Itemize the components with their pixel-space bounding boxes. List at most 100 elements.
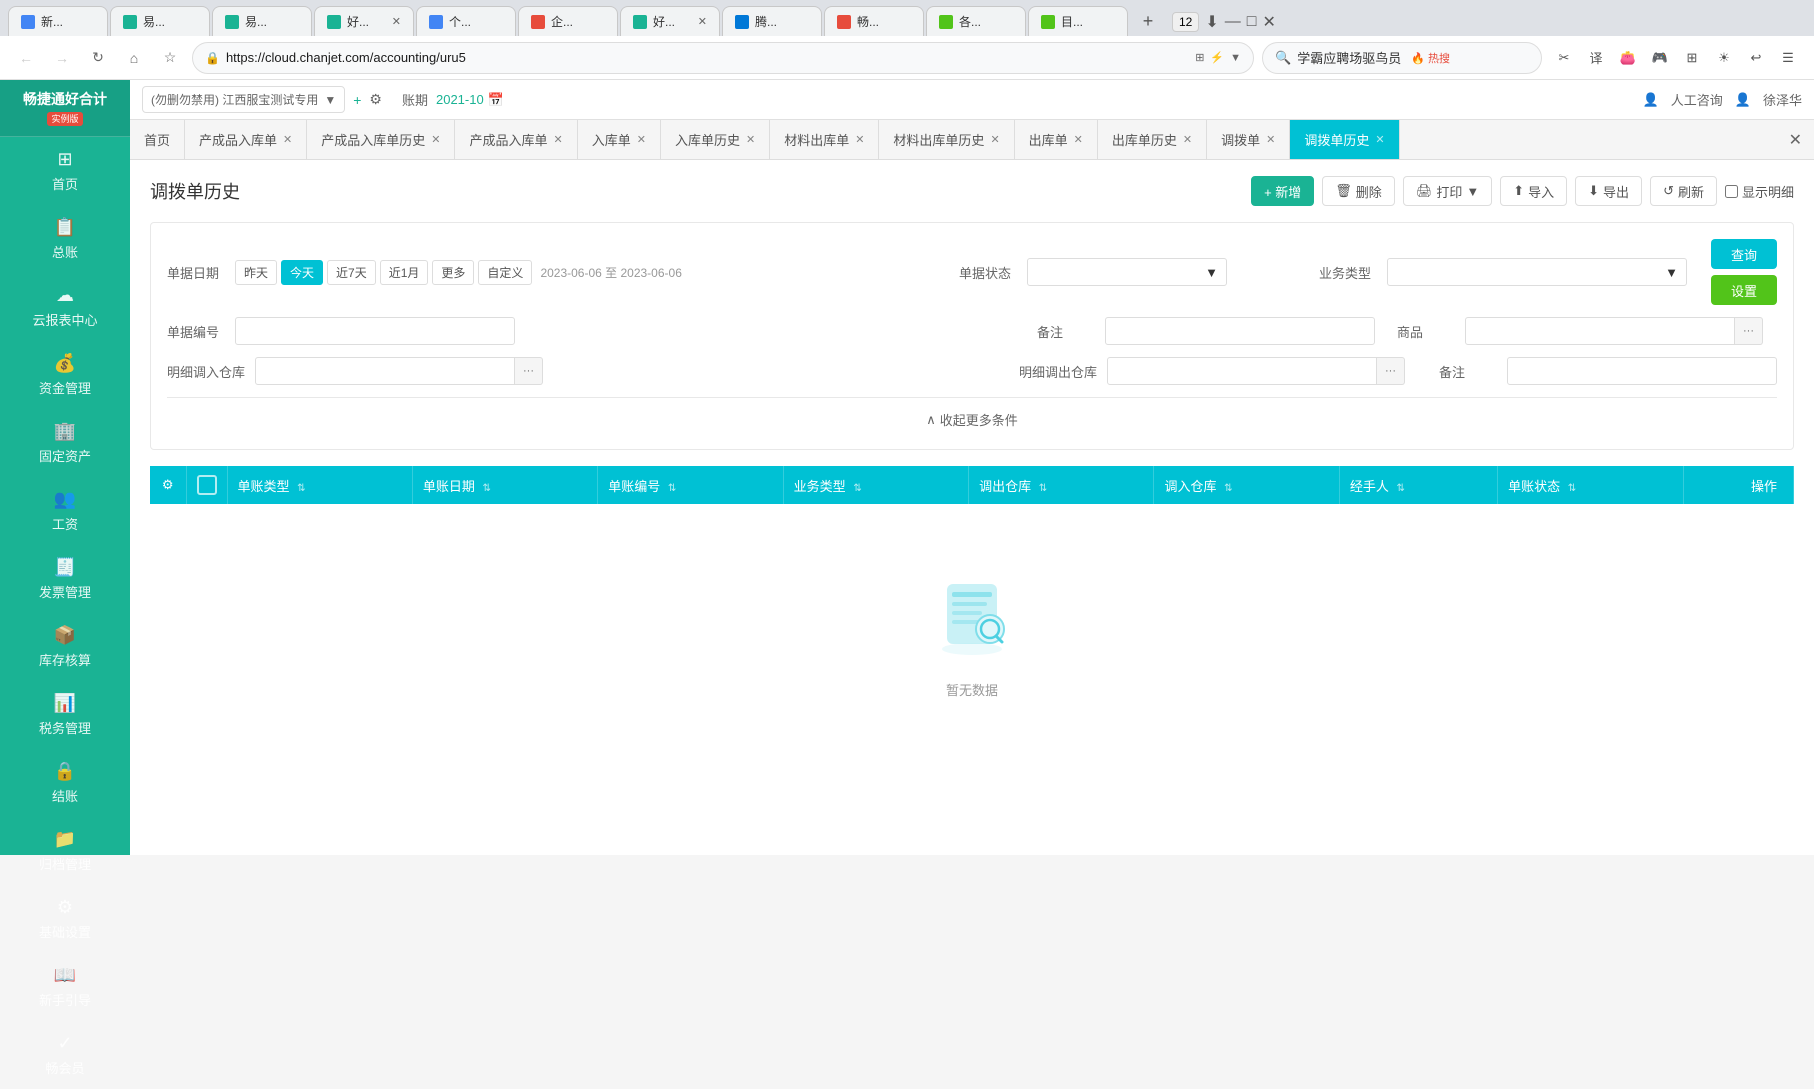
page-tab-product-in-history-close[interactable]: ✕ xyxy=(431,133,440,146)
browser-tab-8[interactable]: 腾... xyxy=(722,6,822,36)
settings-gear-icon[interactable]: ⚙ xyxy=(369,91,382,108)
tab-close-4[interactable]: ✕ xyxy=(392,15,401,28)
table-col-doc-type[interactable]: 单账类型 ⇅ xyxy=(227,466,412,504)
sidebar-item-payroll[interactable]: 👥 工资 xyxy=(0,477,130,545)
maximize-icon[interactable]: □ xyxy=(1247,13,1257,31)
page-tab-transfer-close[interactable]: ✕ xyxy=(1266,133,1275,146)
date-yesterday-btn[interactable]: 昨天 xyxy=(235,260,277,285)
minimize-icon[interactable]: — xyxy=(1225,13,1241,31)
page-tab-warehouse-in-history[interactable]: 入库单历史 ✕ xyxy=(661,120,770,159)
print-button[interactable]: 🖨 打印 ▼ xyxy=(1403,176,1492,206)
table-col-doc-date[interactable]: 单账日期 ⇅ xyxy=(412,466,597,504)
table-col-checkbox[interactable] xyxy=(186,466,227,504)
remark-input[interactable] xyxy=(1105,317,1375,345)
page-tab-material-out-history-close[interactable]: ✕ xyxy=(990,133,999,146)
date-7days-btn[interactable]: 近7天 xyxy=(327,260,376,285)
sidebar-item-fixed-assets[interactable]: 🏢 固定资产 xyxy=(0,409,130,477)
tab-close-7[interactable]: ✕ xyxy=(698,15,707,28)
page-tab-home[interactable]: 首页 xyxy=(130,120,185,159)
forward-button[interactable]: → xyxy=(48,44,76,72)
page-tab-transfer-history[interactable]: 调拨单历史 ✕ xyxy=(1290,120,1399,159)
browser-tab-4[interactable]: 好... ✕ xyxy=(314,6,414,36)
page-tab-product-in[interactable]: 产成品入库单 ✕ xyxy=(185,120,307,159)
sidebar-item-inventory[interactable]: 📦 库存核算 xyxy=(0,613,130,681)
date-today-btn[interactable]: 今天 xyxy=(281,260,323,285)
select-all-checkbox[interactable] xyxy=(197,475,217,495)
tab-count-badge[interactable]: 12 xyxy=(1172,12,1199,32)
page-tab-transfer[interactable]: 调拨单 ✕ xyxy=(1207,120,1290,159)
page-tab-out-history[interactable]: 出库单历史 ✕ xyxy=(1098,120,1207,159)
page-tab-product-in-close[interactable]: ✕ xyxy=(283,133,292,146)
scissors-icon[interactable]: ✂ xyxy=(1550,44,1578,72)
bookmark-button[interactable]: ☆ xyxy=(156,44,184,72)
collapse-button[interactable]: ∧ 收起更多条件 xyxy=(167,406,1777,433)
sidebar-item-fund[interactable]: 💰 资金管理 xyxy=(0,341,130,409)
table-col-in-warehouse[interactable]: 调入仓库 ⇅ xyxy=(1154,466,1339,504)
sidebar-item-general-ledger[interactable]: 📋 总账 xyxy=(0,205,130,273)
browser-tab-6[interactable]: 企... xyxy=(518,6,618,36)
add-company-button[interactable]: + xyxy=(353,92,361,108)
import-button[interactable]: ⬆ 导入 xyxy=(1500,176,1567,206)
sidebar-item-archive[interactable]: 📁 归档管理 xyxy=(0,817,130,885)
table-col-doc-status[interactable]: 单账状态 ⇅ xyxy=(1498,466,1683,504)
browser-search-bar[interactable]: 🔍 学霸应聘场驱鸟员 🔥 热搜 xyxy=(1262,42,1542,74)
query-button[interactable]: 查询 xyxy=(1711,239,1777,269)
back-button[interactable]: ← xyxy=(12,44,40,72)
sidebar-item-tax[interactable]: 📊 税务管理 xyxy=(0,681,130,749)
sidebar-item-cloud-report[interactable]: ☁ 云报表中心 xyxy=(0,273,130,341)
browser-tab-1[interactable]: 新... xyxy=(8,6,108,36)
date-1month-btn[interactable]: 近1月 xyxy=(380,260,429,285)
page-tab-warehouse-in[interactable]: 入库单 ✕ xyxy=(578,120,661,159)
undo-icon[interactable]: ↩ xyxy=(1742,44,1770,72)
home-browser-button[interactable]: ⌂ xyxy=(120,44,148,72)
page-tab-product-in-2-close[interactable]: ✕ xyxy=(554,133,563,146)
detail-in-input[interactable] xyxy=(255,357,515,385)
url-bar[interactable]: 🔒 https://cloud.chanjet.com/accounting/u… xyxy=(192,42,1254,74)
sidebar-item-invoice[interactable]: 🧾 发票管理 xyxy=(0,545,130,613)
new-tab-button[interactable]: + xyxy=(1130,6,1166,36)
table-col-business-type[interactable]: 业务类型 ⇅ xyxy=(783,466,968,504)
brightness-icon[interactable]: ☀ xyxy=(1710,44,1738,72)
delete-button[interactable]: 🗑 删除 xyxy=(1322,176,1395,206)
refresh-page-button[interactable]: ↺ 刷新 xyxy=(1650,176,1717,206)
refresh-browser-button[interactable]: ↻ xyxy=(84,44,112,72)
translate-icon[interactable]: 译 xyxy=(1582,44,1610,72)
display-toggle[interactable]: 显示明细 xyxy=(1725,182,1794,201)
browser-tab-7[interactable]: 好... ✕ xyxy=(620,6,720,36)
page-tab-material-out-history[interactable]: 材料出库单历史 ✕ xyxy=(879,120,1014,159)
goods-input[interactable] xyxy=(1465,317,1735,345)
browser-tab-10[interactable]: 各... xyxy=(926,6,1026,36)
detail-in-more-btn[interactable]: ··· xyxy=(515,357,543,385)
goods-more-btn[interactable]: ··· xyxy=(1735,317,1763,345)
browser-tab-3[interactable]: 易... xyxy=(212,6,312,36)
page-tab-transfer-history-close[interactable]: ✕ xyxy=(1375,133,1384,146)
browser-tab-2[interactable]: 易... xyxy=(110,6,210,36)
username-label[interactable]: 徐泽华 xyxy=(1763,90,1802,109)
window-close-icon[interactable]: ✕ xyxy=(1262,12,1275,32)
page-tab-out-close[interactable]: ✕ xyxy=(1074,133,1083,146)
table-col-out-warehouse[interactable]: 调出仓库 ⇅ xyxy=(969,466,1154,504)
display-checkbox[interactable] xyxy=(1725,185,1738,198)
tab-bar-close-icon[interactable]: ✕ xyxy=(1785,130,1806,150)
page-tab-warehouse-in-history-close[interactable]: ✕ xyxy=(746,133,755,146)
wallet-icon[interactable]: 👛 xyxy=(1614,44,1642,72)
menu-icon[interactable]: ☰ xyxy=(1774,44,1802,72)
browser-tab-5[interactable]: 个... xyxy=(416,6,516,36)
new-button[interactable]: + 新增 xyxy=(1251,176,1314,206)
page-tab-out-history-close[interactable]: ✕ xyxy=(1183,133,1192,146)
sidebar-item-guide[interactable]: 📖 新手引导 xyxy=(0,953,130,1021)
browser-tab-11[interactable]: 目... xyxy=(1028,6,1128,36)
status-select[interactable]: ▼ xyxy=(1027,258,1227,286)
company-selector[interactable]: (勿删勿禁用) 江西服宝测试专用 ▼ xyxy=(142,86,345,113)
page-tab-warehouse-in-close[interactable]: ✕ xyxy=(637,133,646,146)
page-tab-out[interactable]: 出库单 ✕ xyxy=(1015,120,1098,159)
download-icon[interactable]: ⬇ xyxy=(1205,12,1218,32)
detail-out-input[interactable] xyxy=(1107,357,1377,385)
period-selector[interactable]: 2021-10 📅 xyxy=(436,92,504,108)
sidebar-item-member[interactable]: ✓ 畅会员 xyxy=(0,1021,130,1089)
game-icon[interactable]: 🎮 xyxy=(1646,44,1674,72)
date-more-btn[interactable]: 更多 xyxy=(432,260,474,285)
doc-number-input[interactable] xyxy=(235,317,515,345)
table-col-settings[interactable]: ⚙ xyxy=(150,466,186,504)
page-tab-product-in-history[interactable]: 产成品入库单历史 ✕ xyxy=(307,120,455,159)
